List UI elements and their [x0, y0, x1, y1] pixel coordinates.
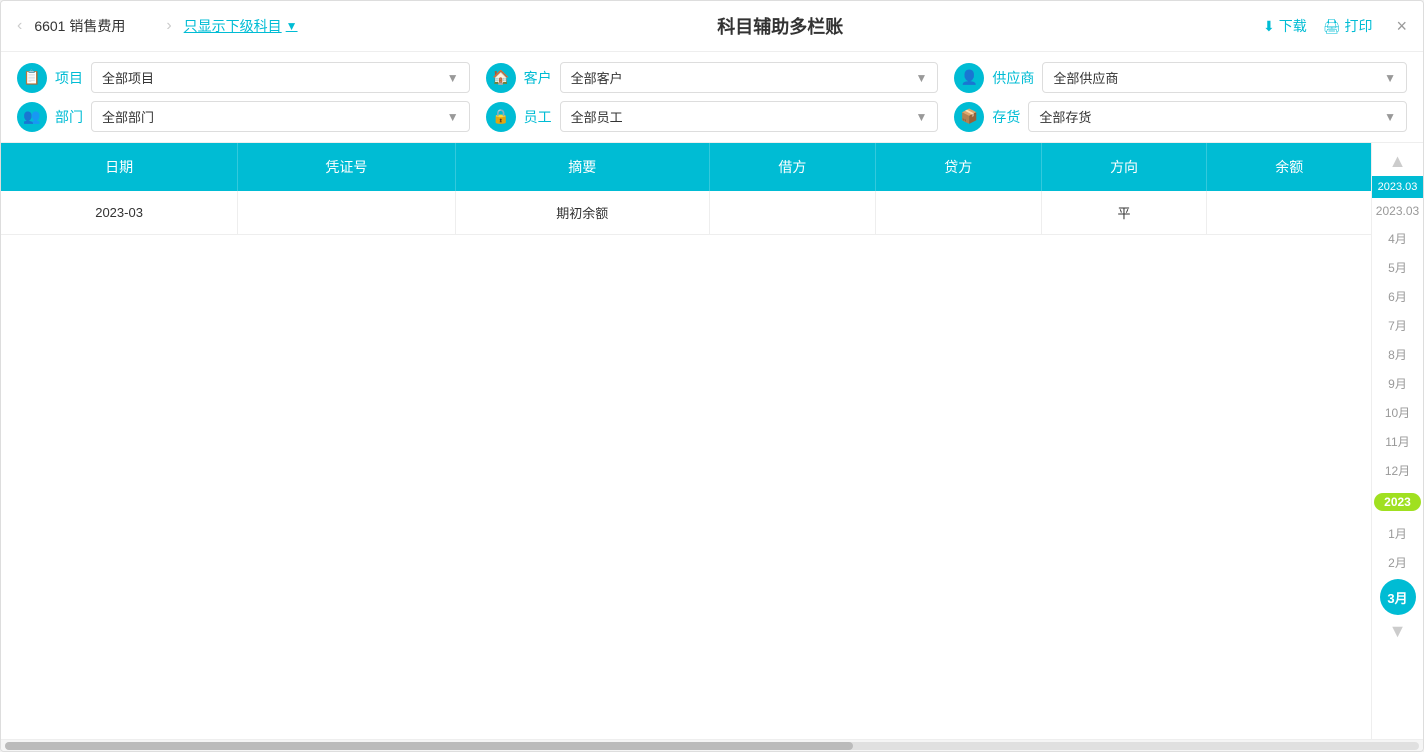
employee-icon: 🔒	[486, 102, 516, 132]
table-container: 日期 凭证号 摘要 借方 贷方 方向 余额 2023-03 期初余额 平 ▲ 202…	[1, 143, 1423, 739]
chevron-down-icon: ▼	[286, 19, 298, 33]
chevron-down-icon: ▼	[915, 110, 927, 124]
timeline-item-11[interactable]: 2023	[1372, 485, 1423, 519]
timeline-item-7[interactable]: 9月	[1372, 369, 1423, 398]
main-window: ‹ 6601 销售费用 › 只显示下级科目 ▼ 科目辅助多栏账 ⬇ 下载 🖨 打…	[0, 0, 1424, 752]
department-label: 部门	[55, 107, 83, 127]
timeline-up-arrow[interactable]: ▲	[1385, 147, 1411, 176]
timeline-item-9[interactable]: 11月	[1372, 427, 1423, 456]
timeline-item-5[interactable]: 7月	[1372, 311, 1423, 340]
filter-supplier: 👤 供应商 全部供应商 ▼	[954, 62, 1407, 93]
ledger-table: 日期 凭证号 摘要 借方 贷方 方向 余额 2023-03 期初余额 平	[1, 143, 1371, 235]
department-icon: 👥	[17, 102, 47, 132]
chevron-down-icon: ▼	[447, 71, 459, 85]
horizontal-scrollbar[interactable]	[1, 739, 1423, 751]
cell-credit	[875, 191, 1041, 235]
col-debit: 借方	[709, 143, 875, 191]
filter-project: 📋 项目 全部项目 ▼	[17, 62, 470, 93]
timeline-item-3[interactable]: 5月	[1372, 253, 1423, 282]
filter-customer: 🏠 客户 全部客户 ▼	[486, 62, 939, 93]
col-credit: 贷方	[875, 143, 1041, 191]
cell-debit	[709, 191, 875, 235]
cell-balance	[1207, 191, 1371, 235]
download-button[interactable]: ⬇ 下载	[1263, 16, 1307, 36]
close-button[interactable]: ×	[1396, 16, 1407, 37]
cell-date: 2023-03	[1, 191, 238, 235]
side-timeline: ▲ 2023.032023.034月5月6月7月8月9月10月11月12月202…	[1371, 143, 1423, 739]
timeline-item-8[interactable]: 10月	[1372, 398, 1423, 427]
nav-next-button[interactable]: ›	[166, 17, 171, 35]
customer-icon: 🏠	[486, 63, 516, 93]
supplier-label: 供应商	[992, 68, 1034, 88]
show-sub-button[interactable]: 只显示下级科目 ▼	[184, 16, 298, 36]
col-direction: 方向	[1041, 143, 1207, 191]
timeline-item-1[interactable]: 2023.03	[1372, 198, 1423, 224]
customer-select[interactable]: 全部客户 ▼	[560, 62, 939, 93]
chevron-down-icon: ▼	[915, 71, 927, 85]
page-title: 科目辅助多栏账	[310, 13, 1251, 39]
main-content: 日期 凭证号 摘要 借方 贷方 方向 余额 2023-03 期初余额 平	[1, 143, 1371, 739]
table-header-row: 日期 凭证号 摘要 借方 贷方 方向 余额	[1, 143, 1371, 191]
cell-voucher	[238, 191, 455, 235]
timeline-item-6[interactable]: 8月	[1372, 340, 1423, 369]
timeline-item-2[interactable]: 4月	[1372, 224, 1423, 253]
col-balance: 余额	[1207, 143, 1371, 191]
nav-prev-button[interactable]: ‹	[17, 17, 22, 35]
filter-inventory: 📦 存货 全部存货 ▼	[954, 101, 1407, 132]
supplier-icon: 👤	[954, 63, 984, 93]
inventory-label: 存货	[992, 107, 1020, 127]
filter-employee: 🔒 员工 全部员工 ▼	[486, 101, 939, 132]
project-icon: 📋	[17, 63, 47, 93]
cell-summary: 期初余额	[455, 191, 709, 235]
filter-department: 👥 部门 全部部门 ▼	[17, 101, 470, 132]
timeline-item-12[interactable]: 1月	[1372, 519, 1423, 548]
inventory-icon: 📦	[954, 102, 984, 132]
cell-direction: 平	[1041, 191, 1207, 235]
filter-row-1: 📋 项目 全部项目 ▼ 🏠 客户 全部客户 ▼ 👤 供应商 全部供应	[17, 62, 1407, 93]
chevron-down-icon: ▼	[447, 110, 459, 124]
col-summary: 摘要	[455, 143, 709, 191]
title-bar: ‹ 6601 销售费用 › 只显示下级科目 ▼ 科目辅助多栏账 ⬇ 下载 🖨 打…	[1, 1, 1423, 52]
chevron-down-icon: ▼	[1384, 71, 1396, 85]
inventory-select[interactable]: 全部存货 ▼	[1028, 101, 1407, 132]
timeline-item-13[interactable]: 2月	[1372, 548, 1423, 577]
toolbar-right: ⬇ 下载 🖨 打印 ×	[1263, 16, 1407, 37]
chevron-down-icon: ▼	[1384, 110, 1396, 124]
table-row: 2023-03 期初余额 平	[1, 191, 1371, 235]
employee-label: 员工	[524, 107, 552, 127]
download-icon: ⬇	[1263, 18, 1275, 35]
employee-select[interactable]: 全部员工 ▼	[560, 101, 939, 132]
scroll-thumb[interactable]	[5, 742, 853, 750]
account-code: 6601 销售费用	[34, 16, 154, 36]
department-select[interactable]: 全部部门 ▼	[91, 101, 470, 132]
scroll-track	[5, 742, 1419, 750]
print-button[interactable]: 🖨 打印	[1323, 16, 1373, 36]
col-date: 日期	[1, 143, 238, 191]
supplier-select[interactable]: 全部供应商 ▼	[1042, 62, 1407, 93]
timeline-items: 2023.032023.034月5月6月7月8月9月10月11月12月20231…	[1372, 176, 1423, 617]
timeline-item-10[interactable]: 12月	[1372, 456, 1423, 485]
print-icon: 🖨	[1323, 18, 1341, 35]
timeline-item-0[interactable]: 2023.03	[1372, 176, 1423, 198]
timeline-item-4[interactable]: 6月	[1372, 282, 1423, 311]
customer-label: 客户	[524, 68, 552, 88]
timeline-down-arrow[interactable]: ▼	[1385, 617, 1411, 646]
project-select[interactable]: 全部项目 ▼	[91, 62, 470, 93]
project-label: 项目	[55, 68, 83, 88]
col-voucher: 凭证号	[238, 143, 455, 191]
filter-row-2: 👥 部门 全部部门 ▼ 🔒 员工 全部员工 ▼ 📦 存货 全部存货	[17, 101, 1407, 132]
filter-area: 📋 项目 全部项目 ▼ 🏠 客户 全部客户 ▼ 👤 供应商 全部供应	[1, 52, 1423, 143]
timeline-item-14[interactable]: 3月	[1380, 579, 1416, 615]
